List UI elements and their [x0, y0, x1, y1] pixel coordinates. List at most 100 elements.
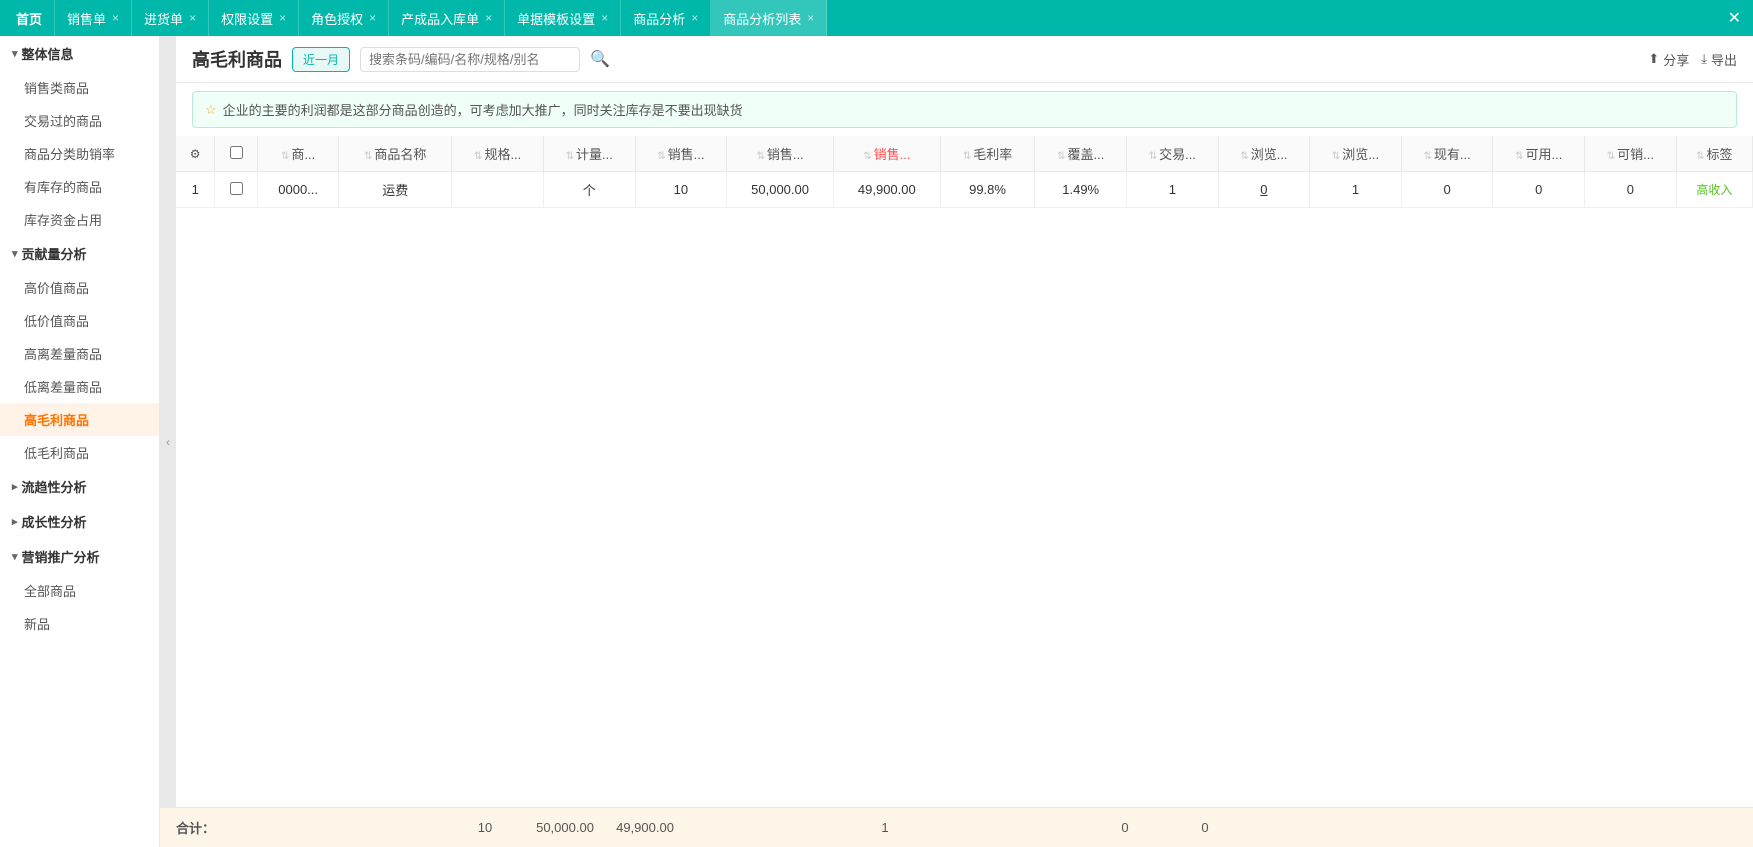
- share-button[interactable]: ⬆ 分享: [1648, 50, 1689, 69]
- sidebar-item-stock-goods[interactable]: 有库存的商品: [0, 170, 159, 203]
- close-icon[interactable]: ×: [691, 11, 698, 25]
- sidebar-item-low-margin[interactable]: 低毛利商品: [0, 436, 159, 469]
- share-icon: ⬆: [1648, 51, 1659, 67]
- tab-purchase[interactable]: 进货单 ×: [132, 0, 209, 36]
- row-sales-amount: 50,000.00: [727, 172, 834, 208]
- row-browse1[interactable]: 0: [1218, 172, 1310, 208]
- row-current-stock: 0: [1401, 172, 1493, 208]
- main-layout: ▾ 整体信息 销售类商品 交易过的商品 商品分类助销率 有库存的商品 库存资金占…: [0, 36, 1753, 847]
- close-icon[interactable]: ×: [601, 11, 608, 25]
- tab-product-in[interactable]: 产成品入库单 ×: [389, 0, 505, 36]
- col-trade-count[interactable]: ⇅交易...: [1127, 136, 1219, 172]
- close-icon[interactable]: ×: [189, 11, 196, 25]
- search-button[interactable]: 🔍: [590, 49, 610, 69]
- col-browse2[interactable]: ⇅浏览...: [1310, 136, 1402, 172]
- page-title: 高毛利商品: [192, 46, 282, 72]
- sidebar-item-new-goods[interactable]: 新品: [0, 607, 159, 640]
- col-sales-qty[interactable]: ⇅销售...: [635, 136, 727, 172]
- sidebar-item-traded-goods[interactable]: 交易过的商品: [0, 104, 159, 137]
- row-spec: [452, 172, 544, 208]
- footer-totals-bar: 合计： 10 50,000.00 49,900.00 1 0 0: [160, 807, 1753, 847]
- content-area: 高毛利商品 近一月 🔍 ⬆ 分享 ⤓ 导出 ☆ 企业的主要的利润都是这部分商品创…: [176, 36, 1753, 847]
- col-coverage[interactable]: ⇅覆盖...: [1035, 136, 1127, 172]
- tab-role[interactable]: 角色授权 ×: [299, 0, 389, 36]
- export-button[interactable]: ⤓ 导出: [1701, 50, 1737, 69]
- row-code: 0000...: [258, 172, 339, 208]
- footer-spacer: [245, 820, 445, 835]
- export-icon: ⤓: [1701, 51, 1707, 67]
- goods-table: ⚙ ⇅商... ⇅商品名称 ⇅规格... ⇅计量... ⇅销售... ⇅销售..…: [176, 136, 1753, 208]
- row-browse2: 1: [1310, 172, 1402, 208]
- sidebar-item-high-dev[interactable]: 高离差量商品: [0, 337, 159, 370]
- sidebar-item-all-goods[interactable]: 全部商品: [0, 574, 159, 607]
- sidebar-item-stock-capital[interactable]: 库存资金占用: [0, 203, 159, 236]
- footer-available-stock: 0: [1165, 820, 1245, 835]
- top-navigation: 首页 销售单 × 进货单 × 权限设置 × 角色授权 × 产成品入库单 × 单据…: [0, 0, 1753, 36]
- sidebar-item-low-value[interactable]: 低价值商品: [0, 304, 159, 337]
- col-current-stock[interactable]: ⇅现有...: [1401, 136, 1493, 172]
- table-container[interactable]: ⚙ ⇅商... ⇅商品名称 ⇅规格... ⇅计量... ⇅销售... ⇅销售..…: [176, 136, 1753, 807]
- row-name: 运费: [339, 172, 452, 208]
- row-index: 1: [176, 172, 215, 208]
- row-checkbox[interactable]: [215, 172, 258, 208]
- sidebar-collapse-button[interactable]: ‹: [160, 36, 176, 847]
- sidebar: ▾ 整体信息 销售类商品 交易过的商品 商品分类助销率 有库存的商品 库存资金占…: [0, 36, 160, 847]
- sidebar-item-sales-goods[interactable]: 销售类商品: [0, 71, 159, 104]
- tab-goods-analysis[interactable]: 商品分析 ×: [621, 0, 711, 36]
- tab-home[interactable]: 首页: [4, 0, 55, 36]
- filter-period-button[interactable]: 近一月: [292, 47, 350, 72]
- col-sales-amount[interactable]: ⇅销售...: [727, 136, 834, 172]
- sidebar-section-marketing[interactable]: ▾ 营销推广分析: [0, 539, 159, 574]
- row-select-checkbox[interactable]: [230, 182, 243, 195]
- sidebar-item-category-rate[interactable]: 商品分类助销率: [0, 137, 159, 170]
- sidebar-section-flow[interactable]: ▸ 流趋性分析: [0, 469, 159, 504]
- chevron-down-icon: ▾: [12, 550, 18, 563]
- row-sales-qty: 10: [635, 172, 727, 208]
- col-available-stock[interactable]: ⇅可用...: [1493, 136, 1585, 172]
- sidebar-section-growth[interactable]: ▸ 成长性分析: [0, 504, 159, 539]
- row-tag: 高收入: [1676, 172, 1752, 208]
- close-icon[interactable]: ×: [485, 11, 492, 25]
- info-icon: ☆: [205, 102, 217, 118]
- col-checkbox[interactable]: [215, 136, 258, 172]
- row-trade-count: 1: [1127, 172, 1219, 208]
- close-icon[interactable]: ×: [279, 11, 286, 25]
- sidebar-item-high-margin[interactable]: 高毛利商品: [0, 403, 159, 436]
- sidebar-section-contribution[interactable]: ▾ 贡献量分析: [0, 236, 159, 271]
- tab-goods-analysis-list[interactable]: 商品分析列表 ×: [711, 0, 827, 36]
- tab-permission[interactable]: 权限设置 ×: [209, 0, 299, 36]
- close-icon[interactable]: ×: [112, 11, 119, 25]
- close-icon[interactable]: ×: [807, 11, 814, 25]
- search-input[interactable]: [360, 47, 580, 72]
- tab-template[interactable]: 单据模板设置 ×: [505, 0, 621, 36]
- sidebar-item-high-value[interactable]: 高价值商品: [0, 271, 159, 304]
- col-unit[interactable]: ⇅计量...: [543, 136, 635, 172]
- table-row: 1 0000... 运费 个 10 50,000.00 49,900.00 99…: [176, 172, 1753, 208]
- col-name[interactable]: ⇅商品名称: [339, 136, 452, 172]
- chevron-right-icon: ▸: [12, 515, 18, 528]
- col-saleable-stock[interactable]: ⇅可销...: [1585, 136, 1677, 172]
- tab-sales[interactable]: 销售单 ×: [55, 0, 132, 36]
- select-all-checkbox[interactable]: [230, 146, 243, 159]
- footer-label: 合计：: [176, 818, 215, 837]
- footer-trade-count: 1: [845, 820, 925, 835]
- col-spec[interactable]: ⇅规格...: [452, 136, 544, 172]
- info-banner: ☆ 企业的主要的利润都是这部分商品创造的，可考虑加大推广，同时关注库存是不要出现…: [192, 91, 1737, 128]
- close-all-button[interactable]: ✕: [1728, 8, 1749, 28]
- footer-sales-cost: 49,900.00: [605, 820, 685, 835]
- col-tag[interactable]: ⇅标签: [1676, 136, 1752, 172]
- col-code[interactable]: ⇅商...: [258, 136, 339, 172]
- col-sales-cost[interactable]: ⇅销售...: [833, 136, 940, 172]
- col-settings[interactable]: ⚙: [176, 136, 215, 172]
- row-unit: 个: [543, 172, 635, 208]
- sidebar-section-overall[interactable]: ▾ 整体信息: [0, 36, 159, 71]
- header-actions: ⬆ 分享 ⤓ 导出: [1648, 50, 1737, 69]
- row-coverage: 1.49%: [1035, 172, 1127, 208]
- close-icon[interactable]: ×: [369, 11, 376, 25]
- sidebar-item-low-dev[interactable]: 低离差量商品: [0, 370, 159, 403]
- col-browse1[interactable]: ⇅浏览...: [1218, 136, 1310, 172]
- chevron-down-icon: ▾: [12, 247, 18, 260]
- col-margin-rate[interactable]: ⇅毛利率: [940, 136, 1035, 172]
- footer-spacer3: [925, 820, 1085, 835]
- row-margin-rate: 99.8%: [940, 172, 1035, 208]
